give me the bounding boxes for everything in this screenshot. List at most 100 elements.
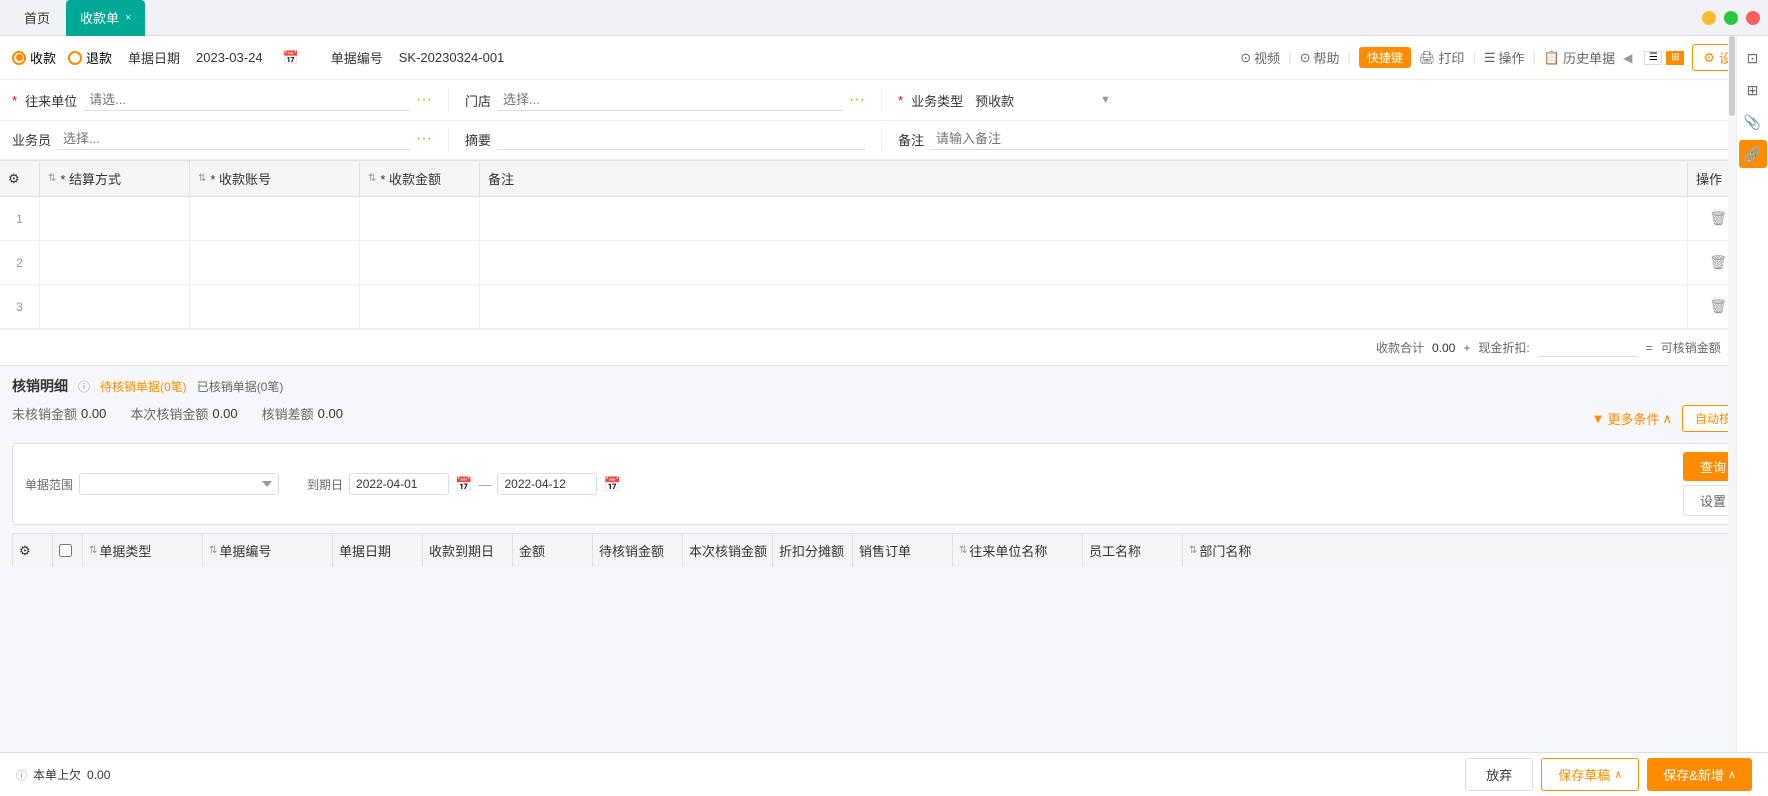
row2-note[interactable] (480, 241, 1688, 284)
tab-current[interactable]: 收款单 × (66, 0, 145, 36)
date-value: 2023-03-24 (196, 50, 263, 65)
hexiao-title-text: 核销明细 (12, 376, 68, 396)
sidebar-table-icon[interactable]: ⊡ (1739, 44, 1767, 72)
radio-income-label: 收款 (30, 48, 56, 67)
bth-amount: 金额 (513, 534, 593, 567)
row3-note[interactable] (480, 285, 1688, 328)
video-icon: ⊙ (1240, 50, 1251, 66)
bth-staff-name: 员工名称 (1083, 534, 1183, 567)
history-label: 历史单据 (1563, 48, 1615, 67)
draft-label: 保存草稿 (1558, 765, 1610, 784)
window-maximize-button[interactable] (1724, 11, 1738, 25)
divider1 (448, 88, 449, 112)
select-all-checkbox[interactable] (59, 544, 72, 557)
th-settings[interactable]: ⚙ (0, 161, 40, 196)
bottom-bar: ⓘ 本单上欠 0.00 放弃 保存草稿 ∧ 保存&新增 ∧ (0, 752, 1768, 796)
layout-grid-icon[interactable]: ⊞ (1666, 51, 1684, 65)
row1-amount[interactable] (360, 197, 480, 240)
tab-close-icon[interactable]: × (125, 12, 131, 24)
sidebar-link-icon[interactable]: 🔗 (1739, 140, 1767, 168)
unverified-label: 未核销金额 (12, 404, 77, 423)
bottom-info-icon[interactable]: ⓘ (16, 767, 27, 783)
row3-num: 3 (0, 285, 40, 328)
date-to-input[interactable] (497, 473, 597, 495)
bth-discount: 折扣分摊额 (773, 534, 853, 567)
history-link[interactable]: 📋 历史单据 (1544, 48, 1615, 67)
radio-refund[interactable]: 退款 (68, 48, 112, 67)
table-row: 1 🗑 ⊕ (0, 197, 1768, 241)
bth-sales-order: 销售订单 (853, 534, 953, 567)
bottom-left: ⓘ 本单上欠 0.00 (16, 766, 110, 783)
due-date-field: 到期日 📅 — 📅 (307, 473, 621, 495)
staff-input[interactable] (57, 128, 410, 150)
nav-prev[interactable]: ◀ (1623, 51, 1632, 65)
done-link[interactable]: 已核销单据(0笔) (197, 378, 284, 395)
layout-list-icon[interactable]: ☰ (1644, 51, 1662, 65)
row2-delete-icon[interactable]: 🗑 (1709, 254, 1727, 271)
operate-link[interactable]: ☰ 操作 (1484, 48, 1525, 67)
hexiao-info-icon[interactable]: ⓘ (78, 378, 90, 395)
range-select[interactable] (79, 473, 279, 495)
row3-payment-method[interactable] (40, 285, 190, 328)
row1-account[interactable] (190, 197, 360, 240)
video-link[interactable]: ⊙ 视频 (1240, 48, 1280, 67)
sidebar-grid-icon[interactable]: ⊞ (1739, 76, 1767, 104)
row3-amount[interactable] (360, 285, 480, 328)
discount-label: 现金折扣: (1478, 339, 1529, 356)
draft-button[interactable]: 保存草稿 ∧ (1541, 758, 1639, 791)
store-dots-icon[interactable]: ··· (849, 91, 865, 109)
date-calendar-icon[interactable]: 📅 (283, 50, 299, 66)
payment-type-radio-group: 收款 退款 (12, 48, 112, 67)
abandon-button[interactable]: 放弃 (1465, 758, 1533, 791)
cal-to-icon[interactable]: 📅 (603, 476, 620, 493)
window-controls (1702, 11, 1760, 25)
radio-refund-label: 退款 (86, 48, 112, 67)
row2-amount[interactable] (360, 241, 480, 284)
row1-delete-icon[interactable]: 🗑 (1709, 210, 1727, 227)
save-new-button[interactable]: 保存&新增 ∧ (1647, 758, 1752, 791)
doc-value: SK-20230324-001 (399, 50, 505, 65)
window-minimize-button[interactable] (1702, 11, 1716, 25)
staff-group: 业务员 ··· (12, 128, 432, 150)
row1-note[interactable] (480, 197, 1688, 240)
current-stat: 本次核销金额 0.00 (130, 404, 237, 423)
range-label: 单据范围 (25, 476, 73, 493)
tab-home[interactable]: 首页 (8, 0, 66, 36)
bth-settings[interactable]: ⚙ (13, 534, 53, 567)
counterpart-input[interactable] (83, 89, 410, 111)
business-required: * (898, 93, 903, 108)
business-type-dropdown-arrow[interactable]: ▼ (1100, 94, 1111, 106)
row2-payment-method[interactable] (40, 241, 190, 284)
cal-from-icon[interactable]: 📅 (455, 476, 472, 493)
date-from-input[interactable] (349, 473, 449, 495)
divider2 (881, 88, 882, 112)
counterpart-dots-icon[interactable]: ··· (416, 91, 432, 109)
more-conditions-link[interactable]: ▼ 更多条件 ∧ (1592, 409, 1672, 428)
remark-input[interactable] (930, 128, 1756, 150)
hexiao-stats-row: 未核销金额 0.00 本次核销金额 0.00 核销差额 0.00 ▼ 更多条件 … (12, 404, 1756, 433)
sidebar-attachment-icon[interactable]: 📎 (1739, 108, 1767, 136)
bth-checkbox[interactable] (53, 534, 83, 567)
radio-income[interactable]: 收款 (12, 48, 56, 67)
help-link[interactable]: ⊙ 帮助 (1300, 48, 1340, 67)
operate-label: 操作 (1498, 48, 1524, 67)
print-link[interactable]: 🖨 打印 (1419, 48, 1465, 67)
window-close-button[interactable] (1746, 11, 1760, 25)
scrollbar[interactable] (1728, 36, 1736, 752)
store-input[interactable] (497, 89, 843, 111)
save-new-arrow-icon: ∧ (1728, 768, 1736, 781)
row1-payment-method[interactable] (40, 197, 190, 240)
scrollbar-thumb[interactable] (1729, 36, 1735, 116)
row3-account[interactable] (190, 285, 360, 328)
row3-delete-icon[interactable]: 🗑 (1709, 298, 1727, 315)
summary-input[interactable] (497, 128, 865, 150)
staff-dots-icon[interactable]: ··· (416, 130, 432, 148)
row2-account[interactable] (190, 241, 360, 284)
filter-icon: ▼ (1592, 411, 1605, 426)
th-note: 备注 (480, 161, 1688, 196)
shortcut-button[interactable]: 快捷键 (1359, 47, 1411, 68)
unverified-value: 0.00 (81, 406, 106, 421)
business-type-group: * 业务类型 预收款 ▼ (898, 91, 1111, 110)
discount-input[interactable] (1538, 338, 1638, 357)
pending-link[interactable]: 待核销单据(0笔) (100, 378, 187, 395)
